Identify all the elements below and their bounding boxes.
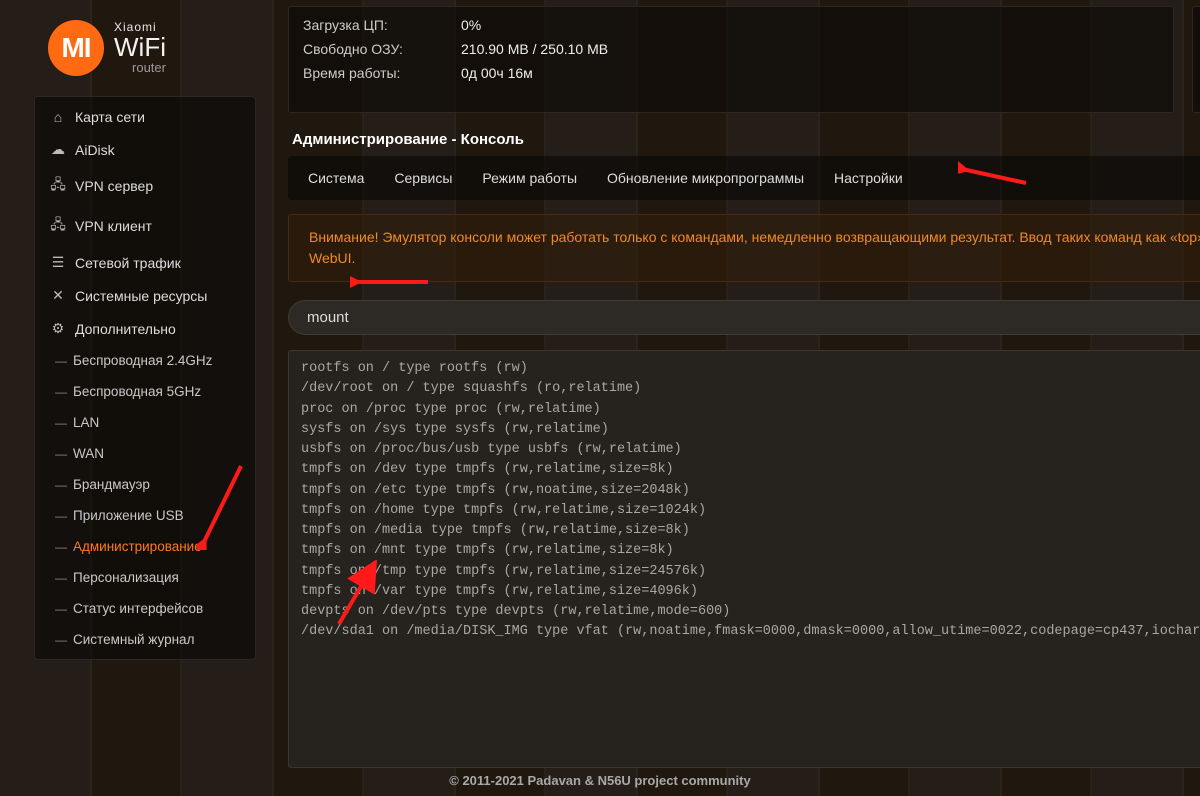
mi-logo-icon: MI xyxy=(48,20,104,76)
sidebar-item-wlan24[interactable]: Беспроводная 2.4GHz xyxy=(35,345,255,376)
cpu-value: 0% xyxy=(461,17,481,33)
traffic-icon: ☰ xyxy=(49,254,67,271)
sidebar-item-syslog[interactable]: Системный журнал xyxy=(35,624,255,655)
admin-tabs: Система Сервисы Режим работы Обновление … xyxy=(288,156,1200,200)
tab-system[interactable]: Система xyxy=(296,162,376,194)
console-output[interactable]: rootfs on / type rootfs (rw) /dev/root o… xyxy=(288,350,1200,768)
sidebar-item-vpn-client[interactable]: 🖧VPN клиент xyxy=(35,206,255,246)
sidebar-item-lan[interactable]: LAN xyxy=(35,407,255,438)
cpu-label: Загрузка ЦП: xyxy=(303,17,461,33)
vpn-client-icon: 🖧 xyxy=(49,214,67,238)
cloud-icon: ☁ xyxy=(49,141,67,158)
sidebar-item-firewall[interactable]: Брандмауэр xyxy=(35,469,255,500)
footer-copyright: © 2011-2021 Padavan & N56U project commu… xyxy=(0,773,1200,788)
sidebar-item-more[interactable]: ⚙Дополнительно xyxy=(35,312,255,345)
logo-router: router xyxy=(114,61,166,75)
tab-settings[interactable]: Настройки xyxy=(822,162,915,194)
sidebar-item-vpn-server[interactable]: 🖧VPN сервер xyxy=(35,166,255,206)
home-icon: ⌂ xyxy=(49,109,67,125)
sidebar-item-personalization[interactable]: Персонализация xyxy=(35,562,255,593)
uptime-label: Время работы: xyxy=(303,65,461,81)
sidebar-item-network-map[interactable]: ⌂Карта сети xyxy=(35,101,255,133)
logo-wifi: WiFi xyxy=(114,34,166,61)
sidebar-item-sysres[interactable]: ✕Системные ресурсы xyxy=(35,279,255,312)
vpn-server-icon: 🖧 xyxy=(49,174,67,198)
sidebar-item-iface-status[interactable]: Статус интерфейсов xyxy=(35,593,255,624)
brand-logo: MI Xiaomi WiFi router xyxy=(48,20,270,76)
sidebar-item-wan[interactable]: WAN xyxy=(35,438,255,469)
ram-value: 210.90 MB / 250.10 MB xyxy=(461,41,608,57)
sidebar-item-traffic[interactable]: ☰Сетевой трафик xyxy=(35,246,255,279)
gear-icon: ⚙ xyxy=(49,320,67,337)
tab-mode[interactable]: Режим работы xyxy=(470,162,589,194)
uptime-value: 0д 00ч 16м xyxy=(461,65,533,81)
sidebar-item-aidisk[interactable]: ☁AiDisk xyxy=(35,133,255,166)
console-command-input[interactable] xyxy=(288,300,1200,335)
sidebar-item-usb-app[interactable]: Приложение USB xyxy=(35,500,255,531)
system-stats-panel: Загрузка ЦП:0% Свободно ОЗУ:210.90 MB / … xyxy=(288,6,1174,113)
sidebar-item-admin[interactable]: Администрирование xyxy=(35,531,255,562)
console-warning: Внимание! Эмулятор консоли может работат… xyxy=(288,214,1200,282)
tab-services[interactable]: Сервисы xyxy=(382,162,464,194)
ram-label: Свободно ОЗУ: xyxy=(303,41,461,57)
sidebar: ⌂Карта сети ☁AiDisk 🖧VPN сервер 🖧VPN кли… xyxy=(34,96,256,660)
sidebar-item-wlan5[interactable]: Беспроводная 5GHz xyxy=(35,376,255,407)
page-title: Администрирование - Консоль xyxy=(292,131,1200,148)
network-panel: Гостевая: 2.4GHz 5GHz Микропрограмма: 3.… xyxy=(1192,6,1200,113)
resources-icon: ✕ xyxy=(49,287,67,304)
tab-firmware[interactable]: Обновление микропрограммы xyxy=(595,162,816,194)
